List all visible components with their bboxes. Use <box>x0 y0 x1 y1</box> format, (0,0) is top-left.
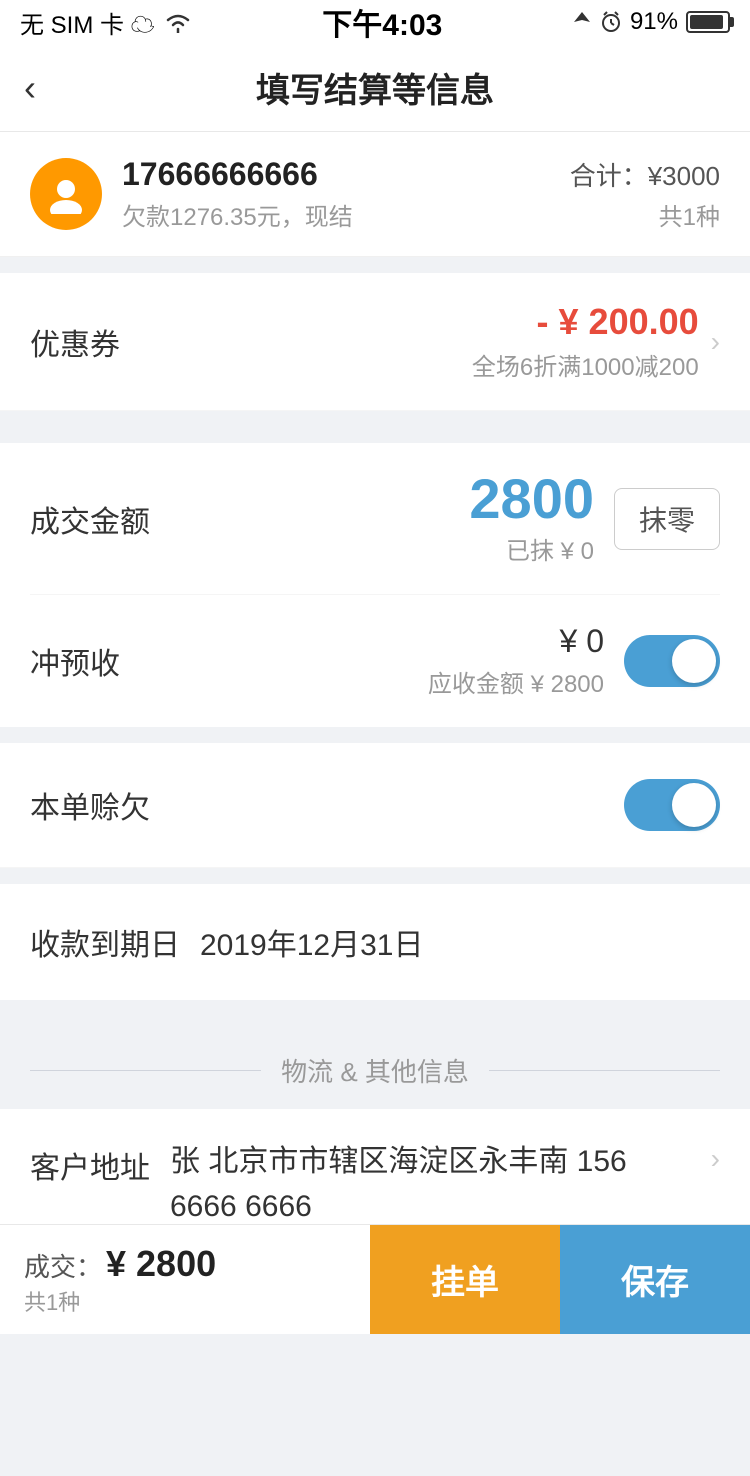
total-label: 合计：¥3000 <box>570 156 720 193</box>
deal-amount-label: 成交金额 <box>30 497 150 541</box>
amount-section: 成交金额 2800 已抹 ¥ 0 抹零 冲预收 ¥ 0 应收金额 ¥ 2800 <box>0 443 750 727</box>
credit-label: 本单赊欠 <box>30 783 150 827</box>
wifi-icon <box>163 11 193 33</box>
coupon-info: - ¥ 200.00 全场6折满1000减200 <box>472 301 699 382</box>
bottom-deal-label: 成交： <box>24 1247 102 1284</box>
prepay-sub: 应收金额 ¥ 2800 <box>428 664 604 699</box>
status-bar: 无 SIM 卡 ☁ 下午4:03 91% <box>0 0 750 44</box>
location-icon <box>572 10 592 34</box>
battery-icon <box>686 11 730 33</box>
battery-fill <box>690 15 723 29</box>
section-separator-3 <box>0 1016 750 1032</box>
prepay-label: 冲预收 <box>30 639 120 683</box>
due-date-row: 收款到期日 2019年12月31日 <box>0 884 750 1000</box>
user-left: 17666666666 欠款1276.35元，现结 <box>30 156 353 232</box>
user-info-text: 17666666666 欠款1276.35元，现结 <box>122 156 353 232</box>
bottom-amount: ¥ 2800 <box>106 1243 216 1285</box>
bottom-summary: 成交： ¥ 2800 共1种 <box>0 1225 370 1334</box>
amount-value-group: 2800 已抹 ¥ 0 抹零 <box>469 471 720 566</box>
toggle-knob <box>672 639 716 683</box>
coupon-right: - ¥ 200.00 全场6折满1000减200 › <box>472 301 720 382</box>
logistics-line-left <box>30 1070 261 1071</box>
credit-row: 本单赊欠 <box>0 743 750 868</box>
address-label: 客户地址 <box>30 1139 150 1187</box>
nav-bar: ‹ 填写结算等信息 <box>0 44 750 132</box>
prepay-amount: ¥ 0 <box>428 623 604 660</box>
user-right: 合计：¥3000 共1种 <box>570 156 720 232</box>
prepay-right: ¥ 0 应收金额 ¥ 2800 <box>428 623 720 699</box>
logistics-label: 物流 & 其他信息 <box>261 1052 489 1089</box>
logistics-line-right <box>489 1070 720 1071</box>
round-zero-button[interactable]: 抹零 <box>614 488 720 550</box>
address-chevron-icon: › <box>711 1139 720 1175</box>
prepay-toggle[interactable] <box>624 635 720 687</box>
logistics-separator: 物流 & 其他信息 <box>0 1032 750 1109</box>
bottom-bar: 成交： ¥ 2800 共1种 挂单 保存 <box>0 1224 750 1334</box>
no-sim-label: 无 SIM 卡 ☁ <box>20 5 155 40</box>
section-separator-2 <box>0 727 750 743</box>
item-count: 共1种 <box>570 197 720 232</box>
time-display: 下午4:03 <box>322 0 442 44</box>
coupon-desc: 全场6折满1000减200 <box>472 347 699 382</box>
user-info-row: 17666666666 欠款1276.35元，现结 合计：¥3000 共1种 <box>0 132 750 257</box>
hang-order-button[interactable]: 挂单 <box>370 1225 560 1334</box>
coupon-label: 优惠券 <box>30 320 120 364</box>
status-left: 无 SIM 卡 ☁ <box>20 5 193 40</box>
alarm-icon <box>600 11 622 33</box>
amount-sub: 已抹 ¥ 0 <box>469 531 594 566</box>
prepay-row: 冲预收 ¥ 0 应收金额 ¥ 2800 <box>30 595 720 727</box>
due-date-value: 2019年12月31日 <box>200 920 423 964</box>
deal-amount-row: 成交金额 2800 已抹 ¥ 0 抹零 <box>30 443 720 595</box>
address-value: 张 北京市市辖区海淀区永丰南 156 6666 6666 <box>170 1139 701 1229</box>
coupon-discount: - ¥ 200.00 <box>472 301 699 343</box>
battery-percent: 91% <box>630 8 678 36</box>
save-button[interactable]: 保存 <box>560 1225 750 1334</box>
chevron-right-icon: › <box>711 326 720 358</box>
bottom-count: 共1种 <box>24 1285 346 1317</box>
due-date-label: 收款到期日 <box>30 920 180 964</box>
user-sub: 欠款1276.35元，现结 <box>122 197 353 232</box>
amount-number: 2800 <box>469 471 594 527</box>
section-separator-1 <box>0 427 750 443</box>
credit-toggle[interactable] <box>624 779 720 831</box>
prepay-values: ¥ 0 应收金额 ¥ 2800 <box>428 623 604 699</box>
coupon-row[interactable]: 优惠券 - ¥ 200.00 全场6折满1000减200 › <box>0 273 750 411</box>
status-right: 91% <box>572 8 730 36</box>
back-button[interactable]: ‹ <box>24 67 36 109</box>
credit-toggle-knob <box>672 783 716 827</box>
amount-value-box: 2800 已抹 ¥ 0 <box>469 471 594 566</box>
page-title: 填写结算等信息 <box>256 63 494 112</box>
user-phone: 17666666666 <box>122 156 353 193</box>
avatar <box>30 158 102 230</box>
